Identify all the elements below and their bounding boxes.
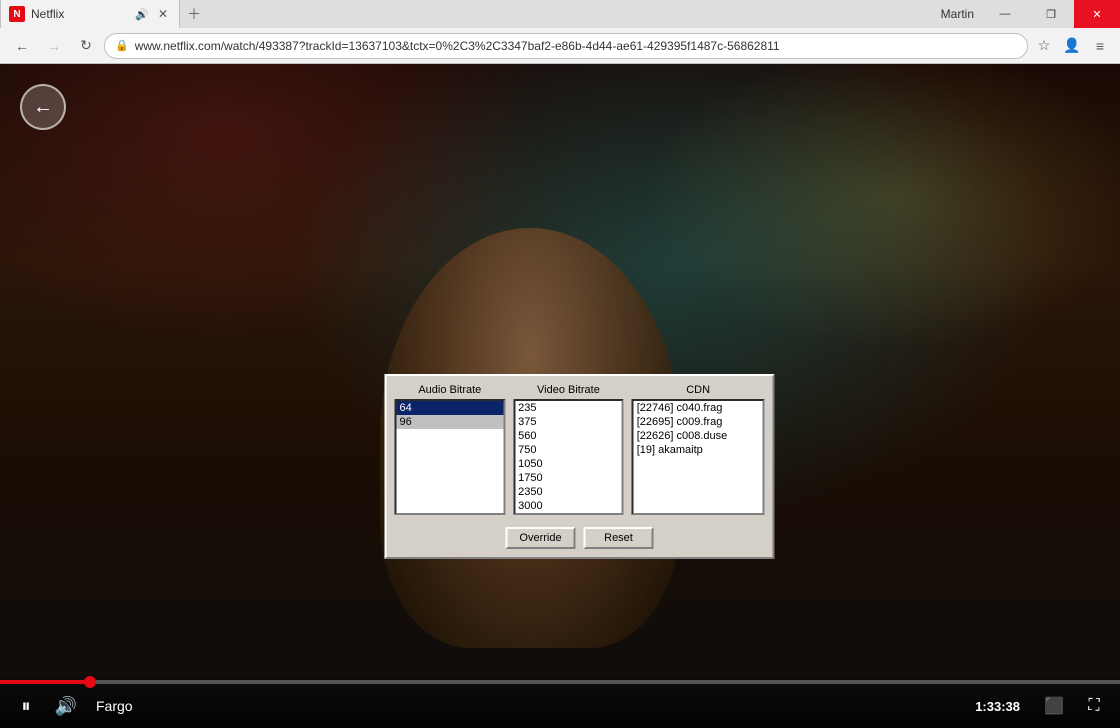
video-bitrate-header: Video Bitrate	[513, 384, 624, 396]
fullscreen-button[interactable]: ⛶	[1080, 692, 1108, 720]
title-bar-right: Martin — ❐ ✕	[933, 0, 1120, 28]
maximize-button[interactable]: ❐	[1028, 0, 1074, 28]
audio-item-64[interactable]: 64	[397, 401, 504, 415]
new-tab-button[interactable]: ＋	[180, 0, 208, 28]
subtitles-icon: ⬛	[1044, 696, 1064, 716]
progress-played	[0, 680, 90, 684]
override-button[interactable]: Override	[506, 527, 576, 549]
video-item-2350[interactable]: 2350	[515, 485, 622, 499]
progress-dot	[84, 676, 96, 688]
menu-icon[interactable]: ≡	[1088, 34, 1112, 58]
netflix-favicon: N	[9, 6, 25, 22]
tab-close-button[interactable]: ✕	[155, 6, 171, 22]
nav-right-icons: ☆ 👤 ≡	[1032, 34, 1112, 58]
subtitles-button[interactable]: ⬛	[1040, 692, 1068, 720]
video-item-1050[interactable]: 1050	[515, 457, 622, 471]
forward-button[interactable]: →	[40, 32, 68, 60]
tab-title: Netflix	[31, 7, 129, 21]
cdn-header: CDN	[632, 384, 765, 396]
video-bitrate-column: Video Bitrate 235 375 560 750 1050 1750 …	[513, 384, 624, 515]
back-button[interactable]: ←	[8, 32, 36, 60]
lock-icon: 🔒	[115, 39, 129, 52]
title-bar: N Netflix 🔊 ✕ ＋ Martin — ❐ ✕	[0, 0, 1120, 28]
volume-button[interactable]: 🔊	[52, 692, 80, 720]
profile-icon[interactable]: 👤	[1060, 34, 1084, 58]
cdn-column: CDN [22746] c040.frag [22695] c009.frag …	[632, 384, 765, 515]
movie-title: Fargo	[96, 698, 963, 714]
time-display: 1:33:38	[975, 699, 1020, 714]
dialog-content: Audio Bitrate 64 96 Video Bitrate 235 37…	[387, 376, 773, 523]
cdn-item-3[interactable]: [22626] c008.duse	[634, 429, 763, 443]
close-button[interactable]: ✕	[1074, 0, 1120, 28]
video-item-1750[interactable]: 1750	[515, 471, 622, 485]
video-item-560[interactable]: 560	[515, 429, 622, 443]
title-bar-left: N Netflix 🔊 ✕ ＋	[0, 0, 933, 28]
tab-audio-icon: 🔊	[135, 8, 149, 21]
audio-item-96[interactable]: 96	[397, 415, 504, 429]
progress-bar[interactable]	[0, 680, 1120, 684]
reload-button[interactable]: ↻	[72, 32, 100, 60]
volume-icon: 🔊	[55, 696, 77, 717]
player-back-button[interactable]: ←	[20, 84, 66, 130]
cdn-item-1[interactable]: [22746] c040.frag	[634, 401, 763, 415]
video-bitrate-listbox[interactable]: 235 375 560 750 1050 1750 2350 3000	[513, 399, 624, 515]
bookmark-icon[interactable]: ☆	[1032, 34, 1056, 58]
pause-button[interactable]: ⏸	[12, 692, 40, 720]
video-item-750[interactable]: 750	[515, 443, 622, 457]
controls-row: ⏸ 🔊 Fargo 1:33:38 ⬛ ⛶	[0, 692, 1120, 728]
user-name: Martin	[933, 7, 982, 21]
back-arrow-icon: ←	[33, 96, 53, 119]
navigation-bar: ← → ↻ 🔒 www.netflix.com/watch/493387?tra…	[0, 28, 1120, 64]
video-player-area: ← Audio Bitrate 64 96 Video Bitrate 235	[0, 64, 1120, 728]
browser-tab[interactable]: N Netflix 🔊 ✕	[0, 0, 180, 28]
audio-bitrate-listbox[interactable]: 64 96	[395, 399, 506, 515]
video-item-375[interactable]: 375	[515, 415, 622, 429]
cdn-item-4[interactable]: [19] akamaitp	[634, 443, 763, 457]
url-text: www.netflix.com/watch/493387?trackId=136…	[135, 39, 1017, 53]
minimize-button[interactable]: —	[982, 0, 1028, 28]
audio-bitrate-header: Audio Bitrate	[395, 384, 506, 396]
pause-icon: ⏸	[22, 696, 31, 717]
video-controls: ⏸ 🔊 Fargo 1:33:38 ⬛ ⛶	[0, 672, 1120, 728]
address-bar[interactable]: 🔒 www.netflix.com/watch/493387?trackId=1…	[104, 33, 1028, 59]
browser-window: N Netflix 🔊 ✕ ＋ Martin — ❐ ✕ ← → ↻ 🔒 www…	[0, 0, 1120, 728]
video-item-3000[interactable]: 3000	[515, 499, 622, 513]
video-item-235[interactable]: 235	[515, 401, 622, 415]
cdn-listbox[interactable]: [22746] c040.frag [22695] c009.frag [226…	[632, 399, 765, 515]
audio-bitrate-column: Audio Bitrate 64 96	[395, 384, 506, 515]
reset-button[interactable]: Reset	[584, 527, 654, 549]
bitrate-dialog: Audio Bitrate 64 96 Video Bitrate 235 37…	[385, 374, 775, 559]
cdn-item-2[interactable]: [22695] c009.frag	[634, 415, 763, 429]
dialog-footer: Override Reset	[387, 523, 773, 557]
fullscreen-icon: ⛶	[1088, 697, 1099, 715]
